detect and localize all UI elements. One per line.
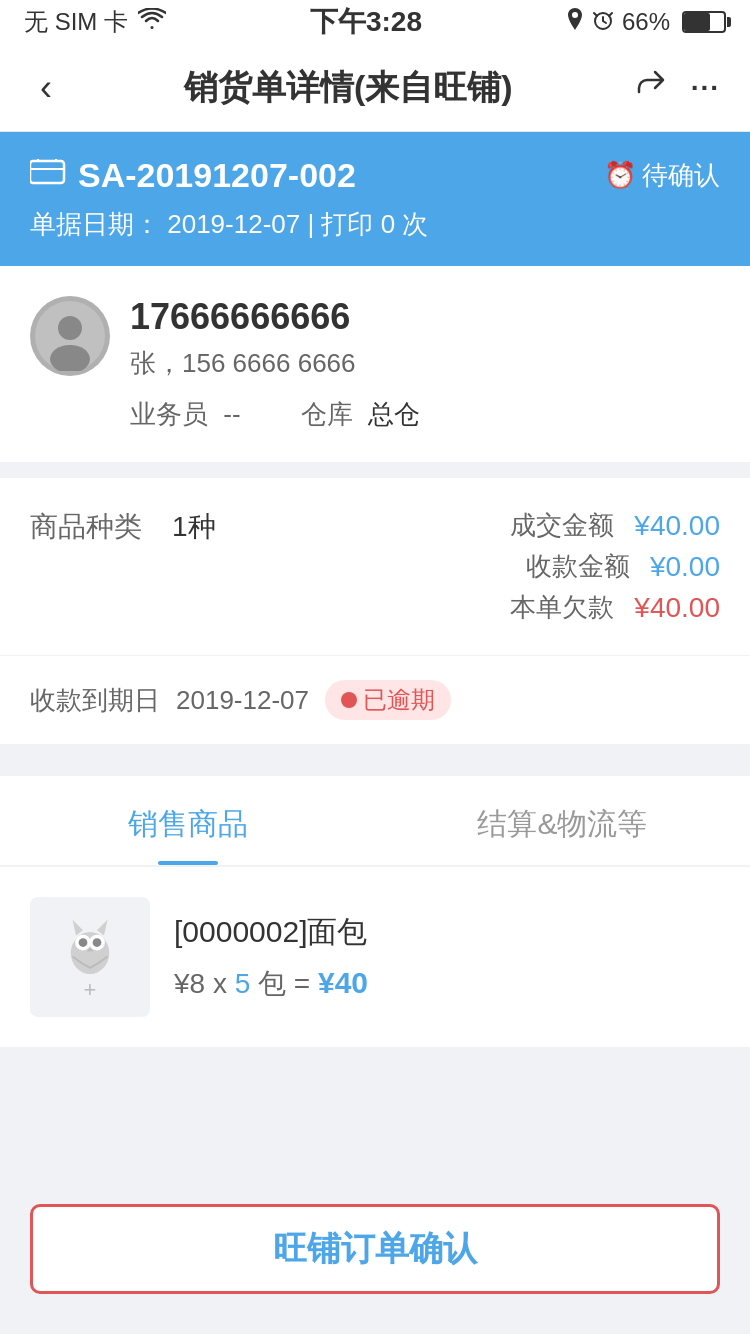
svg-point-10: [79, 938, 88, 947]
share-icon[interactable]: [635, 67, 667, 109]
order-header: SA-20191207-002 ⏰ 待确认 单据日期： 2019-12-07 |…: [0, 132, 750, 266]
status-left: 无 SIM 卡: [24, 6, 166, 38]
due-date-card: 收款到期日 2019-12-07 已逾期: [0, 655, 750, 744]
tab-settlement-logistics[interactable]: 结算&物流等: [375, 776, 750, 865]
overdue-badge: 已逾期: [325, 680, 451, 720]
battery-percentage: 66%: [622, 8, 670, 36]
order-date: 单据日期： 2019-12-07 | 打印 0 次: [30, 207, 720, 242]
plus-icon: +: [84, 977, 97, 1003]
product-total: ¥40: [318, 966, 368, 999]
page-title: 销货单详情(来自旺铺): [184, 65, 513, 111]
tabs-row: 销售商品 结算&物流等: [0, 776, 750, 865]
collected-amount: ¥0.00: [650, 551, 720, 583]
warehouse-field: 仓库 总仓: [301, 397, 420, 432]
battery-icon: [682, 11, 726, 33]
product-list: + [0000002]面包 ¥8 x 5 包 = ¥40: [0, 867, 750, 1047]
avatar: [30, 296, 110, 376]
status-bar: 无 SIM 卡 下午3:28 66%: [0, 0, 750, 44]
salesperson-field: 业务员 --: [130, 397, 241, 432]
location-icon: [566, 8, 584, 36]
svg-point-3: [58, 316, 82, 340]
balance-row: 本单欠款 ¥40.00: [510, 590, 720, 625]
balance-amount: ¥40.00: [634, 592, 720, 624]
customer-name: 张，156 6666 6666: [130, 346, 720, 381]
order-icon: [30, 156, 66, 195]
product-info: [0000002]面包 ¥8 x 5 包 = ¥40: [174, 912, 720, 1003]
nav-actions: ···: [635, 67, 720, 109]
status-clock-icon: ⏰: [604, 160, 636, 191]
tab-underline: [158, 861, 218, 865]
transaction-amount-row: 成交金额 ¥40.00: [510, 508, 720, 543]
order-status: ⏰ 待确认: [604, 158, 720, 193]
product-image-placeholder: +: [55, 911, 125, 1003]
back-button[interactable]: ‹: [30, 57, 62, 119]
summary-card: 商品种类 1种 成交金额 ¥40.00 收款金额 ¥0.00 本单欠款 ¥40.…: [0, 478, 750, 655]
bottom-bar: 旺铺订单确认: [0, 1184, 750, 1334]
product-price-row: ¥8 x 5 包 = ¥40: [174, 965, 720, 1003]
status-right: 66%: [566, 8, 726, 36]
table-row: + [0000002]面包 ¥8 x 5 包 = ¥40: [30, 867, 720, 1047]
overdue-dot-icon: [341, 692, 357, 708]
svg-rect-1: [30, 161, 64, 183]
customer-meta: 业务员 -- 仓库 总仓: [130, 397, 720, 432]
tab-sales-products[interactable]: 销售商品: [0, 776, 375, 865]
svg-marker-6: [73, 920, 84, 936]
wifi-icon: [138, 8, 166, 36]
tabs-container: 销售商品 结算&物流等: [0, 776, 750, 867]
summary-amounts: 成交金额 ¥40.00 收款金额 ¥0.00 本单欠款 ¥40.00: [510, 508, 720, 625]
transaction-amount: ¥40.00: [634, 510, 720, 542]
nav-bar: ‹ 销货单详情(来自旺铺) ···: [0, 44, 750, 132]
product-image: +: [30, 897, 150, 1017]
due-date-row: 收款到期日 2019-12-07 已逾期: [30, 680, 720, 720]
customer-details: 17666666666 张，156 6666 6666 业务员 -- 仓库 总仓: [130, 296, 720, 432]
customer-card: 17666666666 张，156 6666 6666 业务员 -- 仓库 总仓: [0, 266, 750, 462]
collected-amount-row: 收款金额 ¥0.00: [526, 549, 720, 584]
svg-point-11: [93, 938, 102, 947]
confirm-order-button[interactable]: 旺铺订单确认: [30, 1204, 720, 1294]
alarm-icon: [592, 8, 614, 36]
divider-2: [0, 744, 750, 760]
summary-left: 商品种类 1种: [30, 508, 216, 546]
svg-marker-7: [97, 920, 108, 936]
order-number: SA-20191207-002: [30, 156, 356, 195]
more-icon[interactable]: ···: [691, 72, 720, 104]
clock-time: 下午3:28: [310, 3, 422, 41]
divider-1: [0, 462, 750, 478]
customer-phone: 17666666666: [130, 296, 720, 338]
sim-label: 无 SIM 卡: [24, 6, 128, 38]
product-qty: 5: [235, 968, 251, 999]
product-name: [0000002]面包: [174, 912, 720, 953]
